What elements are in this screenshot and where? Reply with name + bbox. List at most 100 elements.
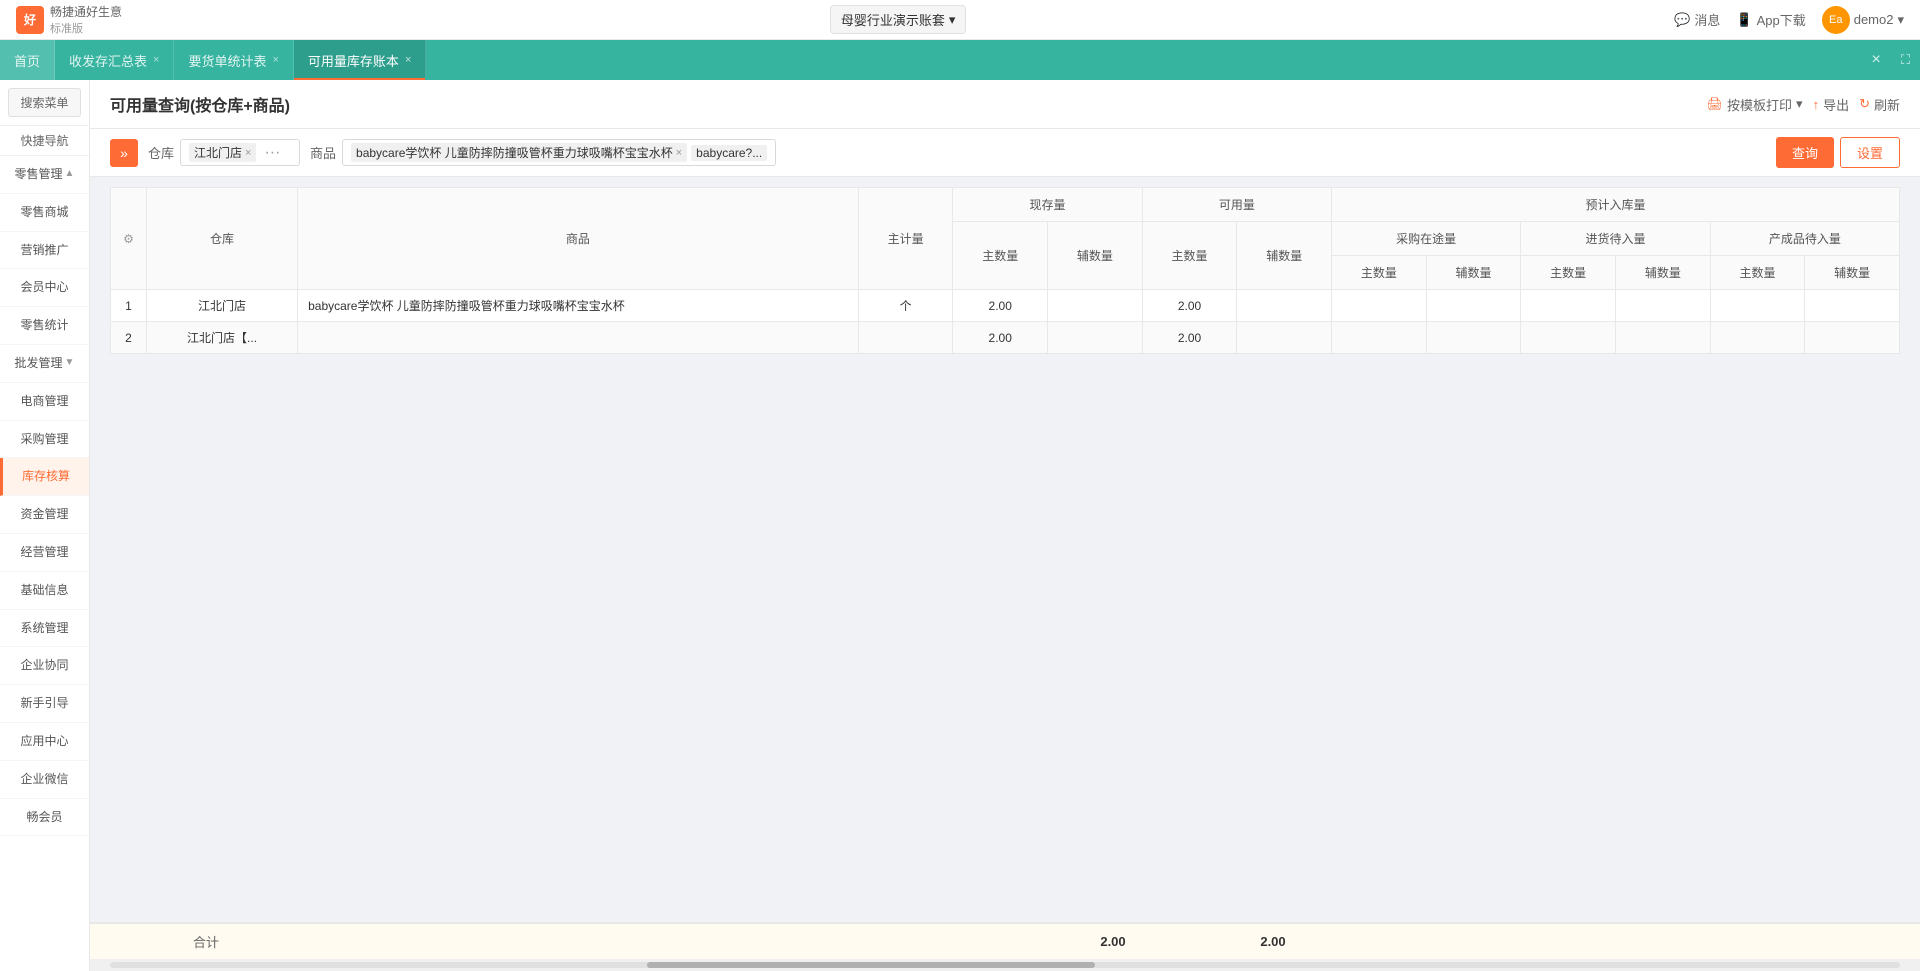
product-tag1-remove[interactable]: × (676, 147, 682, 159)
th-finished-pending: 产成品待入量 (1710, 222, 1899, 256)
th-purchase-main: 主数量 (1332, 256, 1427, 290)
th-inbound-main: 主数量 (1521, 256, 1616, 290)
table-wrapper: ⚙ 仓库 商品 主计量 现存量 可用量 预计入库量 主数量 辅数量 主数量 辅数… (90, 177, 1920, 922)
th-forecast-inbound: 预计入库量 (1332, 188, 1900, 222)
message-button[interactable]: 💬 消息 (1674, 10, 1720, 29)
sidebar-item-inventory-check[interactable]: 库存核算 (0, 458, 89, 496)
sidebar-item-app-center[interactable]: 应用中心 (0, 723, 89, 761)
row-current-aux (1048, 322, 1143, 354)
product-filter-tag2: babycare?... (691, 145, 767, 161)
message-icon: 💬 (1674, 12, 1690, 28)
setting-button[interactable]: 设置 (1840, 137, 1900, 168)
expand-icon[interactable]: ⛶ (1891, 40, 1920, 80)
sidebar-item-basic-info-label: 基础信息 (20, 583, 68, 597)
tab-available-inventory-label: 可用量库存账本 (308, 51, 399, 70)
scroll-track[interactable] (110, 962, 1900, 968)
sidebar-item-retail-mgmt[interactable]: 零售管理 ▲ (0, 156, 89, 194)
refresh-button[interactable]: ↻ 刷新 (1859, 95, 1900, 114)
row-current-main: 2.00 (953, 322, 1048, 354)
sidebar-item-enterprise-collab-label: 企业协同 (20, 658, 68, 672)
sidebar-item-new-guide[interactable]: 新手引导 (0, 685, 89, 723)
breadcrumb-label: 标准版 (50, 20, 122, 36)
row-available-main: 2.00 (1142, 322, 1237, 354)
row-purchase-main (1332, 290, 1427, 322)
sidebar-item-vip-member[interactable]: 畅会员 (0, 799, 89, 837)
app-download-label: App下载 (1757, 10, 1806, 29)
sidebar-item-retail-stats-label: 零售统计 (20, 318, 68, 332)
horizontal-scrollbar[interactable] (90, 959, 1920, 971)
user-menu[interactable]: Ea demo2 ▾ (1822, 6, 1904, 34)
sidebar-item-marketing[interactable]: 营销推广 (0, 232, 89, 270)
print-btn-label: 按模板打印 (1727, 95, 1792, 114)
filter-toggle-button[interactable]: » (110, 139, 138, 167)
tab-home[interactable]: 首页 (0, 40, 55, 80)
sidebar-item-app-center-label: 应用中心 (20, 734, 68, 748)
sidebar-item-wholesale-mgmt[interactable]: 批发管理 ▼ (0, 345, 89, 383)
export-button[interactable]: ↑ 导出 (1813, 95, 1850, 114)
active-tab-indicator (294, 78, 425, 80)
tab-order-stats[interactable]: 要货单统计表 × (174, 40, 293, 80)
tab-available-inventory-close[interactable]: × (405, 54, 411, 66)
row-inbound-main (1521, 290, 1616, 322)
query-button[interactable]: 查询 (1776, 137, 1834, 168)
industry-selector[interactable]: 母婴行业演示账套 ▾ (830, 5, 967, 34)
print-by-template-button[interactable]: 🖨 按模板打印 ▾ (1707, 95, 1803, 114)
th-inbound-aux: 辅数量 (1616, 256, 1711, 290)
export-btn-label: 导出 (1823, 95, 1849, 114)
logo-text: 畅捷通好生意 (50, 3, 122, 20)
tab-receive-summary[interactable]: 收发存汇总表 × (55, 40, 174, 80)
app-download-button[interactable]: 📱 App下载 (1736, 10, 1805, 29)
settings-gear-icon[interactable]: ⚙ (123, 232, 134, 246)
sidebar-item-operations-mgmt[interactable]: 经营管理 (0, 534, 89, 572)
sidebar-item-purchase-mgmt[interactable]: 采购管理 (0, 421, 89, 459)
tab-home-label: 首页 (14, 51, 40, 70)
th-available-main-qty: 主数量 (1142, 222, 1237, 290)
sidebar-item-system-mgmt[interactable]: 系统管理 (0, 610, 89, 648)
th-current-aux-qty: 辅数量 (1048, 222, 1143, 290)
warehouse-filter-input[interactable]: 江北门店 × ··· (180, 139, 300, 166)
sidebar-item-operations-mgmt-label: 经营管理 (20, 545, 68, 559)
row-finished-aux (1805, 322, 1900, 354)
sidebar-item-enterprise-collab[interactable]: 企业协同 (0, 647, 89, 685)
search-menu-button[interactable]: 搜索菜单 (8, 88, 81, 117)
top-bar-center: 母婴行业演示账套 ▾ (830, 5, 967, 34)
sidebar-item-retail-mall[interactable]: 零售商城 (0, 194, 89, 232)
th-purchase-aux: 辅数量 (1426, 256, 1521, 290)
sidebar-item-enterprise-wechat[interactable]: 企业微信 (0, 761, 89, 799)
sidebar-item-basic-info[interactable]: 基础信息 (0, 572, 89, 610)
th-settings[interactable]: ⚙ (111, 188, 147, 290)
row-purchase-main (1332, 322, 1427, 354)
username: demo2 (1854, 12, 1894, 27)
sidebar-item-retail-mall-label: 零售商城 (20, 205, 68, 219)
row-finished-main (1710, 322, 1805, 354)
export-icon: ↑ (1813, 97, 1820, 112)
close-all-tabs[interactable]: × (1862, 40, 1891, 80)
sidebar-item-retail-stats[interactable]: 零售统计 (0, 307, 89, 345)
logo-icon: 好 (16, 6, 44, 34)
sidebar-item-capital-mgmt[interactable]: 资金管理 (0, 496, 89, 534)
sidebar-item-retail-mgmt-label: 零售管理 (15, 166, 63, 183)
avatar: Ea (1822, 6, 1850, 34)
print-chevron-icon: ▾ (1796, 96, 1803, 112)
row-purchase-aux (1426, 290, 1521, 322)
product-filter-group: 商品 babycare学饮杯 儿童防摔防撞吸管杯重力球吸嘴杯宝宝水杯 × bab… (310, 139, 776, 166)
scroll-thumb[interactable] (647, 962, 1095, 968)
sidebar-item-purchase-mgmt-label: 采购管理 (20, 432, 68, 446)
tab-available-inventory[interactable]: 可用量库存账本 × (294, 40, 426, 80)
product-tag2-value: babycare?... (696, 146, 762, 160)
warehouse-tag-remove[interactable]: × (245, 147, 251, 159)
sidebar-item-marketing-label: 营销推广 (20, 243, 68, 257)
sidebar: 搜索菜单 快捷导航 零售管理 ▲ 零售商城 营销推广 会员中心 零售统计 批发管… (0, 80, 90, 971)
main-layout: 搜索菜单 快捷导航 零售管理 ▲ 零售商城 营销推广 会员中心 零售统计 批发管… (0, 80, 1920, 971)
tab-receive-summary-close[interactable]: × (153, 54, 159, 66)
quick-nav-button[interactable]: 快捷导航 (0, 126, 89, 156)
warehouse-filter-ellipsis[interactable]: ··· (260, 144, 284, 162)
footer-available-main: 2.00 (1233, 934, 1313, 949)
tab-order-stats-close[interactable]: × (272, 54, 278, 66)
row-warehouse: 江北门店【... (147, 322, 298, 354)
row-warehouse: 江北门店 (147, 290, 298, 322)
product-filter-input[interactable]: babycare学饮杯 儿童防摔防撞吸管杯重力球吸嘴杯宝宝水杯 × babyca… (342, 139, 776, 166)
sidebar-item-ecommerce-mgmt[interactable]: 电商管理 (0, 383, 89, 421)
sidebar-item-member-center[interactable]: 会员中心 (0, 269, 89, 307)
filter-bar: » 仓库 江北门店 × ··· 商品 babycare学饮杯 儿童防摔防撞吸管杯… (90, 129, 1920, 177)
